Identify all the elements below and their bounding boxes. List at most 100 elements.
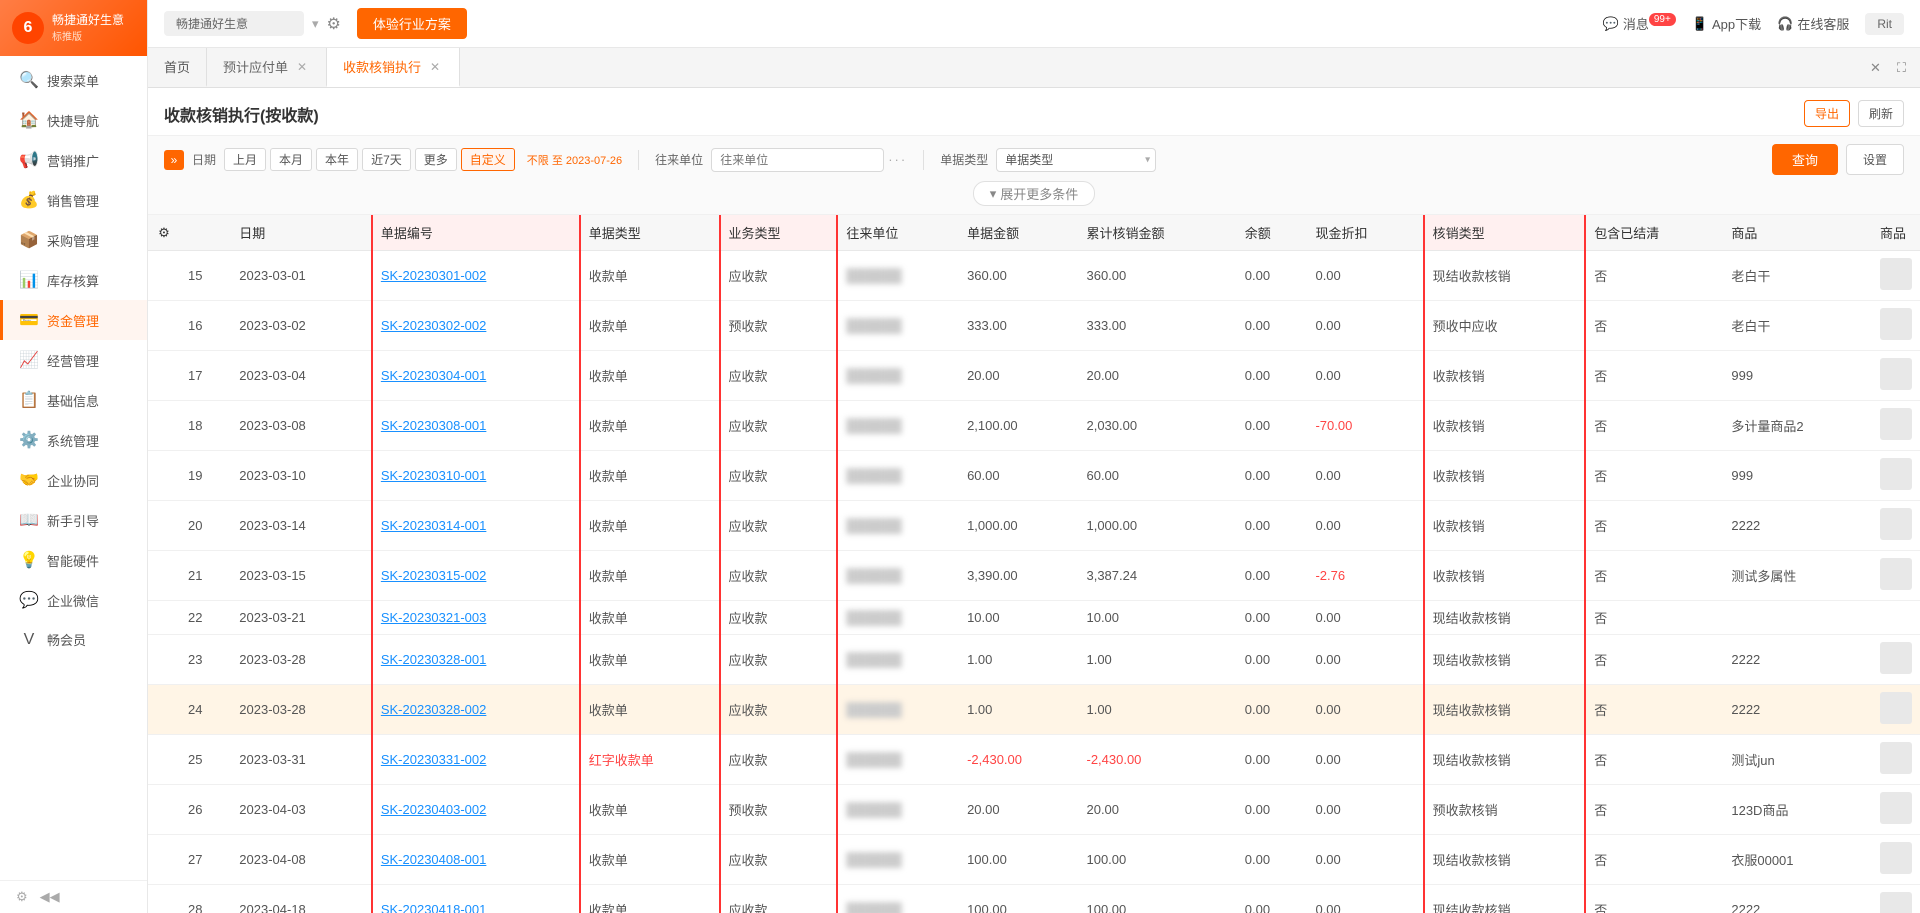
table-row[interactable]: 23 2023-03-28 SK-20230328-001 收款单 应收款 ██… [148, 635, 1920, 685]
bill-no-link[interactable]: SK-20230304-001 [381, 368, 487, 383]
bill-no-link[interactable]: SK-20230418-001 [381, 902, 487, 913]
col-date-header[interactable]: 日期 [231, 215, 372, 251]
col-bill-type-header[interactable]: 单据类型 [580, 215, 720, 251]
brand-chevron-icon[interactable]: ▾ [312, 16, 319, 32]
export-button[interactable]: 导出 [1804, 100, 1850, 127]
table-row[interactable]: 15 2023-03-01 SK-20230301-002 收款单 应收款 ██… [148, 251, 1920, 301]
cell-bill-no: SK-20230331-002 [372, 735, 580, 785]
sidebar-item-smart-hw[interactable]: 💡 智能硬件 [0, 540, 147, 580]
sidebar-item-quick-nav[interactable]: 🏠 快捷导航 [0, 100, 147, 140]
sidebar-item-guide[interactable]: 📖 新手引导 [0, 500, 147, 540]
col-goods-img-header[interactable]: 商品 [1872, 215, 1920, 251]
date-pills: 上月 本月 本年 近7天 更多 自定义 [224, 148, 515, 171]
cell-goods-img [1872, 735, 1920, 785]
sidebar-item-member[interactable]: V 畅会员 [0, 620, 147, 659]
col-bill-amount-header[interactable]: 单据金额 [959, 215, 1078, 251]
table-row[interactable]: 26 2023-04-03 SK-20230403-002 收款单 预收款 ██… [148, 785, 1920, 835]
cell-bill-type: 收款单 [580, 785, 720, 835]
sidebar-item-purchase[interactable]: 📦 采购管理 [0, 220, 147, 260]
col-accumulated-header[interactable]: 累计核销金额 [1078, 215, 1236, 251]
sidebar-item-basic-info[interactable]: 📋 基础信息 [0, 380, 147, 420]
app-download-button[interactable]: 📱 App下载 [1692, 14, 1761, 33]
counterparty-input[interactable] [711, 148, 884, 172]
table-row[interactable]: 18 2023-03-08 SK-20230308-001 收款单 应收款 ██… [148, 401, 1920, 451]
sidebar-item-wechat[interactable]: 💬 企业微信 [0, 580, 147, 620]
bill-no-link[interactable]: SK-20230302-002 [381, 318, 487, 333]
table-row[interactable]: 28 2023-04-18 SK-20230418-001 收款单 应收款 ██… [148, 885, 1920, 913]
sidebar-item-inventory[interactable]: 📊 库存核算 [0, 260, 147, 300]
cell-write-off-type: 现结收款核销 [1424, 635, 1586, 685]
online-service-button[interactable]: 🎧 在线客服 [1777, 14, 1849, 33]
query-button[interactable]: 查询 [1772, 144, 1838, 175]
bill-no-link[interactable]: SK-20230310-001 [381, 468, 487, 483]
sidebar-item-system[interactable]: ⚙️ 系统管理 [0, 420, 147, 460]
bill-no-link[interactable]: SK-20230314-001 [381, 518, 487, 533]
bill-no-link[interactable]: SK-20230408-001 [381, 852, 487, 867]
bill-no-link[interactable]: SK-20230331-002 [381, 752, 487, 767]
col-biz-type-header[interactable]: 业务类型 [720, 215, 838, 251]
tab-close-write-off[interactable]: ✕ [427, 59, 443, 75]
cell-balance: 0.00 [1237, 351, 1308, 401]
sales-icon: 💰 [19, 190, 39, 210]
col-goods-header[interactable]: 商品 [1723, 215, 1872, 251]
cell-bill-amount: 2,100.00 [959, 401, 1078, 451]
gear-icon[interactable]: ⚙ [327, 14, 341, 34]
table-row[interactable]: 27 2023-04-08 SK-20230408-001 收款单 应收款 ██… [148, 835, 1920, 885]
messages-button[interactable]: 💬 消息 99+ [1603, 14, 1676, 33]
bill-no-link[interactable]: SK-20230328-002 [381, 702, 487, 717]
user-avatar[interactable]: Rit [1865, 13, 1904, 35]
date-pill-7-days[interactable]: 近7天 [362, 148, 411, 171]
collapse-icon[interactable]: ◀◀ [40, 889, 60, 905]
bill-no-link[interactable]: SK-20230328-001 [381, 652, 487, 667]
col-write-off-type-header[interactable]: 核销类型 [1424, 215, 1586, 251]
col-include-settled-header[interactable]: 包含已结清 [1585, 215, 1723, 251]
tab-collection-write-off[interactable]: 收款核销执行 ✕ [327, 48, 460, 87]
col-bill-no-header[interactable]: 单据编号 [372, 215, 580, 251]
industry-solution-button[interactable]: 体验行业方案 [357, 8, 467, 39]
table-row[interactable]: 17 2023-03-04 SK-20230304-001 收款单 应收款 ██… [148, 351, 1920, 401]
bill-no-link[interactable]: SK-20230321-003 [381, 610, 487, 625]
date-pill-last-month[interactable]: 上月 [224, 148, 266, 171]
bill-no-link[interactable]: SK-20230315-002 [381, 568, 487, 583]
tab-expand-icon[interactable]: ⛶ [1891, 56, 1912, 80]
table-row[interactable]: 22 2023-03-21 SK-20230321-003 收款单 应收款 ██… [148, 601, 1920, 635]
sidebar-item-fund[interactable]: 💳 资金管理 [0, 300, 147, 340]
table-row[interactable]: 19 2023-03-10 SK-20230310-001 收款单 应收款 ██… [148, 451, 1920, 501]
table-row[interactable]: 21 2023-03-15 SK-20230315-002 收款单 应收款 ██… [148, 551, 1920, 601]
tab-pending-payment[interactable]: 预计应付单 ✕ [207, 48, 327, 87]
expand-more-button[interactable]: ▾ 展开更多条件 [973, 181, 1096, 206]
cell-bill-type: 收款单 [580, 351, 720, 401]
table-row[interactable]: 20 2023-03-14 SK-20230314-001 收款单 应收款 ██… [148, 501, 1920, 551]
table-row[interactable]: 24 2023-03-28 SK-20230328-002 收款单 应收款 ██… [148, 685, 1920, 735]
tab-home[interactable]: 首页 [148, 48, 207, 87]
counterparty-more-icon[interactable]: ··· [888, 152, 907, 167]
date-pill-custom[interactable]: 自定义 [461, 148, 515, 171]
cell-write-off-type: 现结收款核销 [1424, 685, 1586, 735]
date-pill-this-month[interactable]: 本月 [270, 148, 312, 171]
refresh-button[interactable]: 刷新 [1858, 100, 1904, 127]
sidebar-item-sales[interactable]: 💰 销售管理 [0, 180, 147, 220]
bill-no-link[interactable]: SK-20230403-002 [381, 802, 487, 817]
setting-button[interactable]: 设置 [1846, 144, 1904, 175]
bill-no-link[interactable]: SK-20230308-001 [381, 418, 487, 433]
col-cash-discount-header[interactable]: 现金折扣 [1307, 215, 1423, 251]
date-pill-more[interactable]: 更多 [415, 148, 457, 171]
settings-icon[interactable]: ⚙ [16, 889, 28, 905]
col-counterparty-header[interactable]: 往来单位 [837, 215, 959, 251]
cell-cash-discount: 0.00 [1307, 885, 1423, 913]
cell-goods: 2222 [1723, 885, 1872, 913]
col-balance-header[interactable]: 余额 [1237, 215, 1308, 251]
table-row[interactable]: 25 2023-03-31 SK-20230331-002 红字收款单 应收款 … [148, 735, 1920, 785]
sidebar-item-search[interactable]: 🔍 搜索菜单 [0, 60, 147, 100]
sidebar-item-marketing[interactable]: 📢 营销推广 [0, 140, 147, 180]
sidebar-item-enterprise[interactable]: 🤝 企业协同 [0, 460, 147, 500]
bill-type-select[interactable]: 单据类型 [996, 148, 1156, 172]
sidebar-item-operations[interactable]: 📈 经营管理 [0, 340, 147, 380]
col-settings-header[interactable]: ⚙ [148, 215, 180, 251]
date-pill-this-year[interactable]: 本年 [316, 148, 358, 171]
table-row[interactable]: 16 2023-03-02 SK-20230302-002 收款单 预收款 ██… [148, 301, 1920, 351]
filter-expand-button[interactable]: » [164, 150, 184, 170]
tab-close-pending[interactable]: ✕ [294, 59, 310, 75]
tab-close-all-icon[interactable]: ✕ [1864, 56, 1887, 80]
bill-no-link[interactable]: SK-20230301-002 [381, 268, 487, 283]
